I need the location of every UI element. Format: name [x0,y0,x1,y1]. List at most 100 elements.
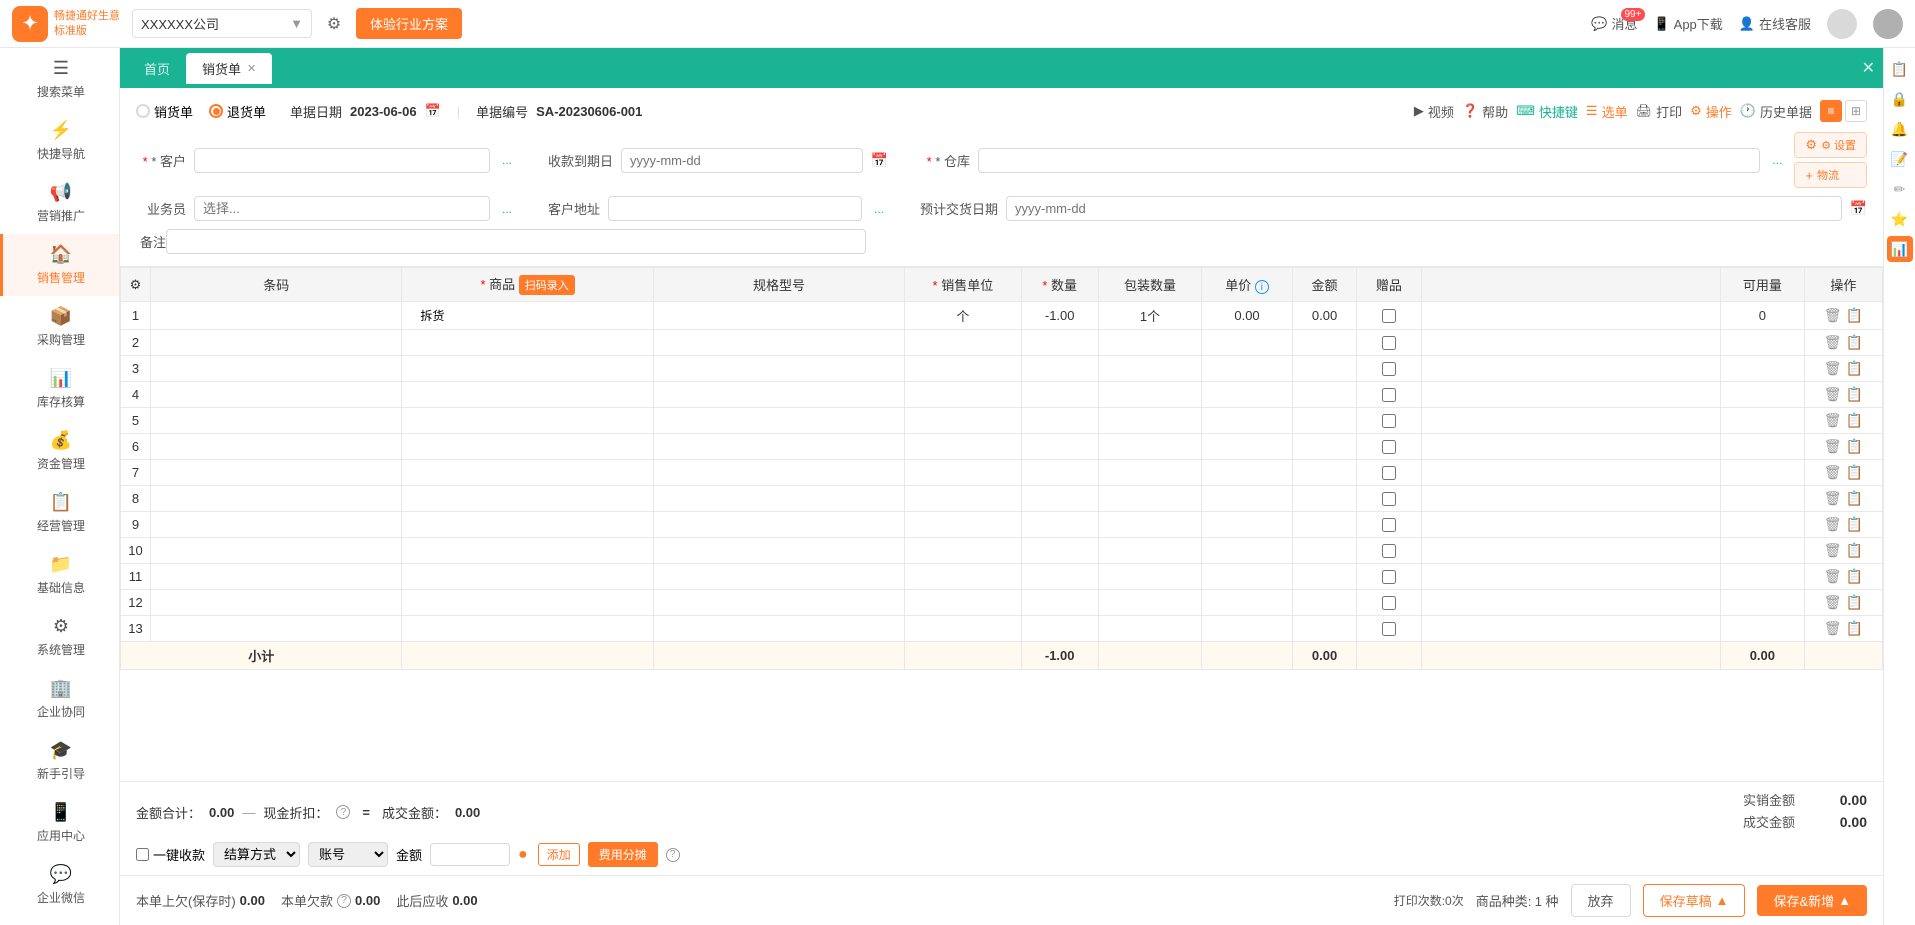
row-delete-btn[interactable]: 🗑 [1824,620,1842,637]
sidebar-item-search[interactable]: ☰ 搜索菜单 [0,48,119,110]
avatar-2[interactable] [1873,9,1903,39]
save-draft-btn[interactable]: 保存草稿 ▲ [1643,884,1746,917]
row-unit[interactable] [905,382,1021,408]
row-quantity[interactable] [1021,330,1098,356]
row-unit-price[interactable] [1202,486,1293,512]
sidebar-item-member[interactable]: 👑 畅会员 [0,916,119,925]
row-copy-btn[interactable]: 📋 [1846,334,1863,351]
sidebar-item-system[interactable]: ⚙ 系统管理 [0,606,119,668]
row-amount[interactable] [1292,434,1356,460]
payment-due-cal-icon[interactable]: 📅 [871,152,888,169]
row-amount[interactable] [1292,590,1356,616]
row-spec[interactable] [653,434,904,460]
row-copy-btn[interactable]: 📋 [1846,594,1863,611]
row-amount[interactable] [1292,382,1356,408]
row-amount[interactable] [1292,538,1356,564]
row-barcode[interactable] [151,330,402,356]
row-product[interactable] [402,590,653,616]
date-picker-icon[interactable]: 📅 [425,103,441,119]
row-product[interactable] [402,616,653,642]
row-unit[interactable] [905,356,1021,382]
row-gift[interactable] [1357,538,1421,564]
row-pack-qty[interactable] [1098,564,1201,590]
row-spec[interactable] [653,590,904,616]
row-pack-qty[interactable] [1098,460,1201,486]
row-barcode[interactable] [151,382,402,408]
row-remark[interactable] [1421,460,1720,486]
row-copy-btn[interactable]: 📋 [1846,542,1863,559]
row-product[interactable] [402,302,653,330]
one-click-payment-checkbox[interactable]: 一键收款 [136,845,205,864]
row-amount[interactable] [1292,512,1356,538]
row-remark[interactable] [1421,302,1720,330]
row-pack-qty[interactable]: 1个 [1098,302,1201,330]
row-product[interactable] [402,408,653,434]
row-unit-price[interactable] [1202,408,1293,434]
row-unit[interactable] [905,434,1021,460]
tab-sales-order-close[interactable]: ✕ [247,62,256,75]
row-product[interactable] [402,330,653,356]
sidebar-item-capital[interactable]: 💰 资金管理 [0,420,119,482]
row-unit-price[interactable] [1202,590,1293,616]
row-spec[interactable] [653,382,904,408]
row-barcode[interactable] [151,564,402,590]
row-unit-price[interactable]: 0.00 [1202,302,1293,330]
row-pack-qty[interactable] [1098,408,1201,434]
sidebar-item-operation[interactable]: 📋 经营管理 [0,482,119,544]
row-unit-price[interactable] [1202,330,1293,356]
row-remark[interactable] [1421,616,1720,642]
avatar[interactable] [1827,9,1857,39]
row-unit[interactable] [905,590,1021,616]
row-delete-btn[interactable]: 🗑 [1824,516,1842,533]
row-unit[interactable] [905,460,1021,486]
row-copy-btn[interactable]: 📋 [1846,412,1863,429]
sidebar-item-purchase[interactable]: 📦 采购管理 [0,296,119,358]
row-pack-qty[interactable] [1098,330,1201,356]
view-grid-btn[interactable]: ⊞ [1845,100,1867,122]
row-unit-price[interactable] [1202,356,1293,382]
row-delete-btn[interactable]: 🗑 [1824,307,1842,324]
view-list-btn[interactable]: ≡ [1820,100,1842,122]
logistics-btn[interactable]: + 物流 [1794,162,1867,188]
sidebar-item-base[interactable]: 📁 基础信息 [0,544,119,606]
row-product[interactable] [402,538,653,564]
row-remark[interactable] [1421,486,1720,512]
radio-sales[interactable]: 销货单 [136,102,193,121]
row-product[interactable] [402,486,653,512]
row-amount[interactable]: 0.00 [1292,302,1356,330]
sidebar-item-quick-nav[interactable]: ⚡ 快捷导航 [0,110,119,172]
row-delete-btn[interactable]: 🗑 [1824,542,1842,559]
row-unit[interactable] [905,512,1021,538]
shortcut-btn[interactable]: ⌨ 快捷键 [1516,102,1578,121]
row-delete-btn[interactable]: 🗑 [1824,438,1842,455]
row-delete-btn[interactable]: 🗑 [1824,386,1842,403]
amount-input[interactable] [430,843,510,866]
radio-return[interactable]: 退货单 [209,102,266,121]
row-gift[interactable] [1357,330,1421,356]
row-barcode[interactable] [151,460,402,486]
row-remark[interactable] [1421,564,1720,590]
row-copy-btn[interactable]: 📋 [1846,620,1863,637]
row-copy-btn[interactable]: 📋 [1846,464,1863,481]
rp-btn-6[interactable]: ⭐ [1887,206,1913,232]
warehouse-input[interactable]: 建材仓 [978,148,1760,173]
row-product[interactable] [402,460,653,486]
row-spec[interactable] [653,616,904,642]
message-btn[interactable]: 💬 消息 99+ [1591,14,1637,33]
row-delete-btn[interactable]: 🗑 [1824,412,1842,429]
row-remark[interactable] [1421,382,1720,408]
row-unit-price[interactable] [1202,434,1293,460]
row-pack-qty[interactable] [1098,538,1201,564]
col-settings[interactable]: ⚙ [121,268,151,302]
row-gift[interactable] [1357,616,1421,642]
row-pack-qty[interactable] [1098,616,1201,642]
row-barcode[interactable] [151,302,402,330]
row-barcode[interactable] [151,616,402,642]
customer-input[interactable] [194,148,490,173]
row-remark[interactable] [1421,512,1720,538]
expected-delivery-cal-icon[interactable]: 📅 [1850,200,1867,217]
add-payment-btn[interactable]: 添加 [538,843,580,866]
row-spec[interactable] [653,356,904,382]
row-unit-price[interactable] [1202,538,1293,564]
row-unit[interactable] [905,538,1021,564]
